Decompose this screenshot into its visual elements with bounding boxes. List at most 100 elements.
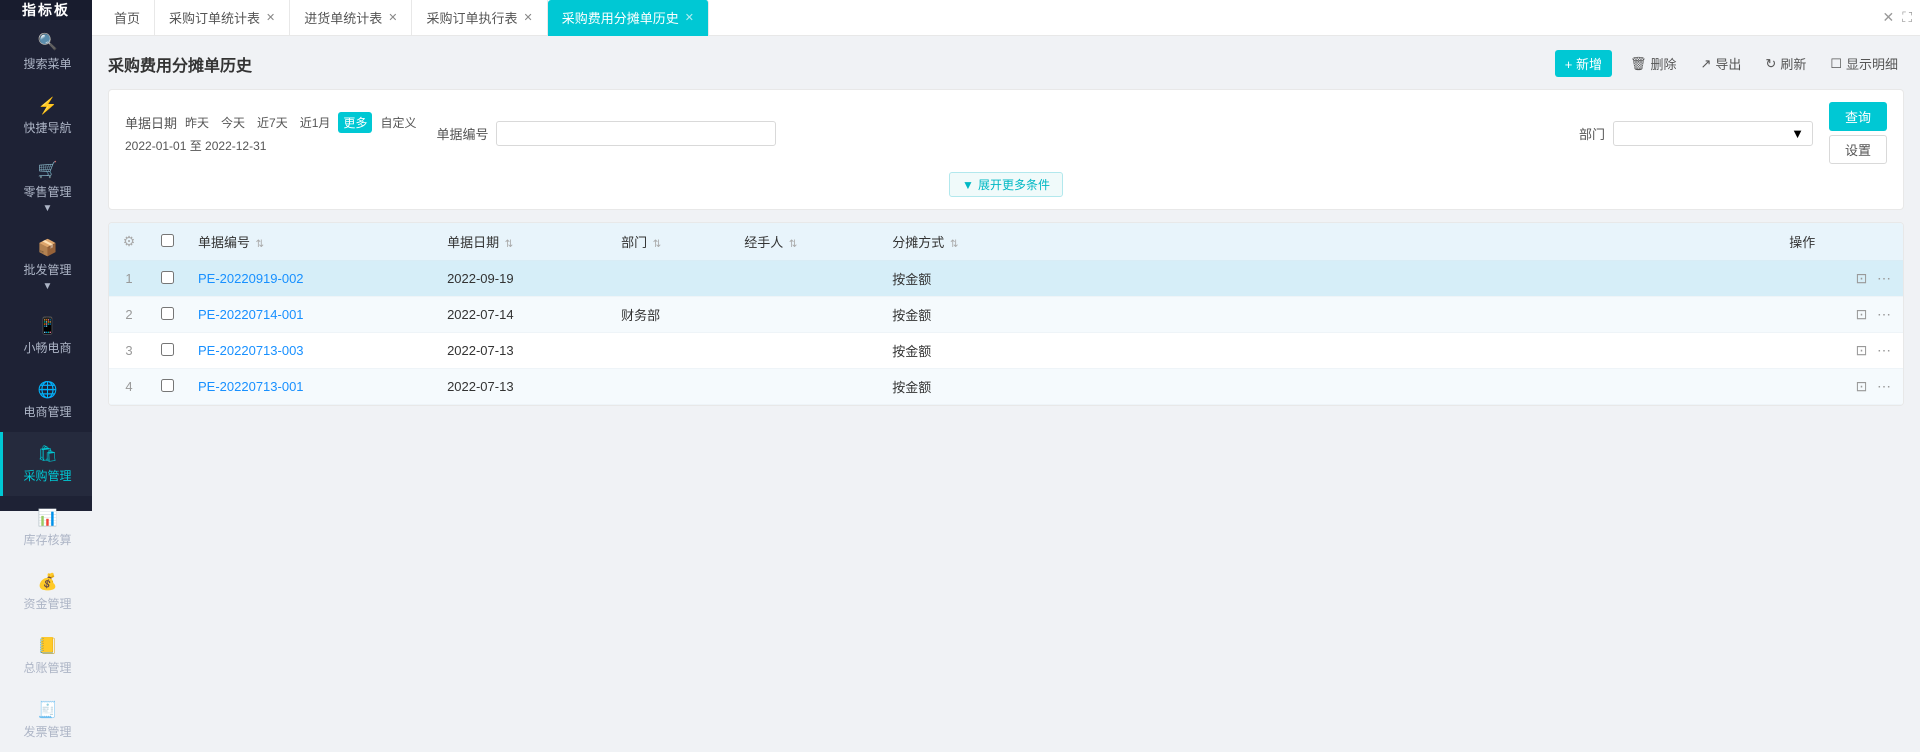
- tab-close-icon[interactable]: ✕: [524, 11, 533, 24]
- toolbar: + 新增 🗑 删除 ↗ 导出 ↻ 刷新 ☐ 显示明细: [1555, 50, 1904, 77]
- close-window-btn[interactable]: ✕: [1882, 9, 1894, 26]
- split-method-cell: 按金额: [880, 261, 1777, 297]
- filter-row: 单据日期 昨天 今天 近7天 近1月 更多 自定义 2022-01-01 至 2…: [125, 102, 1887, 164]
- sidebar-item-retail[interactable]: 🛒 零售管理 ▼: [0, 148, 92, 226]
- doc-no-link[interactable]: PE-20220713-001: [198, 379, 304, 394]
- settings-button[interactable]: 设置: [1829, 135, 1887, 164]
- doc-date-cell: 2022-07-13: [435, 369, 609, 405]
- ledger-icon: 📒: [38, 636, 58, 656]
- col-method-header[interactable]: 分摊方式 ⇅: [880, 223, 1777, 261]
- col-checkbox-header[interactable]: [149, 223, 186, 261]
- op-btns-cell: ⊡ ⋯: [1777, 261, 1903, 297]
- edit-icon[interactable]: ⊡: [1856, 306, 1868, 322]
- sidebar-item-capital[interactable]: 💰 资金管理: [0, 560, 92, 624]
- delete-button[interactable]: 🗑 删除: [1624, 50, 1683, 77]
- tab-close-icon[interactable]: ✕: [266, 11, 275, 24]
- row-checkbox[interactable]: [149, 261, 186, 297]
- expand-more-btn[interactable]: ▼ 展开更多条件: [949, 172, 1063, 197]
- today-btn[interactable]: 今天: [217, 112, 249, 133]
- sidebar-item-ecommerce[interactable]: 🌐 电商管理: [0, 368, 92, 432]
- select-all-checkbox[interactable]: [161, 234, 174, 247]
- row-select-checkbox[interactable]: [161, 343, 174, 356]
- row-checkbox[interactable]: [149, 369, 186, 405]
- chevron-down-icon: ▼: [962, 178, 974, 192]
- sidebar-item-invoice[interactable]: 🧾 发票管理: [0, 688, 92, 752]
- doc-no-cell[interactable]: PE-20220714-001: [186, 297, 435, 333]
- maximize-window-btn[interactable]: ⛶: [1902, 9, 1912, 26]
- doc-no-link[interactable]: PE-20220713-003: [198, 343, 304, 358]
- show-cols-button[interactable]: ☐ 显示明细: [1824, 50, 1904, 77]
- docnum-input[interactable]: [496, 121, 776, 146]
- add-button[interactable]: + 新增: [1555, 50, 1612, 77]
- more-op-icon[interactable]: ⋯: [1877, 270, 1891, 286]
- date-filter-label: 单据日期: [125, 113, 177, 132]
- col-date-header[interactable]: 单据日期 ⇅: [435, 223, 609, 261]
- sidebar-item-search[interactable]: 🔍 搜索菜单: [0, 20, 92, 84]
- tab-purchase-stat[interactable]: 采购订单统计表 ✕: [155, 0, 290, 36]
- action-btns: 查询 设置: [1829, 102, 1887, 164]
- handler-cell: [732, 297, 880, 333]
- date-filter-section: 单据日期 昨天 今天 近7天 近1月 更多 自定义 2022-01-01 至 2…: [125, 112, 420, 154]
- doc-no-cell[interactable]: PE-20220713-003: [186, 333, 435, 369]
- col-handler-header[interactable]: 经手人 ⇅: [732, 223, 880, 261]
- sidebar-item-quick[interactable]: ⚡ 快捷导航: [0, 84, 92, 148]
- sidebar-item-label: 快捷导航: [23, 119, 71, 136]
- yesterday-btn[interactable]: 昨天: [181, 112, 213, 133]
- edit-icon[interactable]: ⊡: [1856, 378, 1868, 394]
- table-row: 2 PE-20220714-001 2022-07-14 财务部 按金额 ⊡ ⋯: [109, 297, 1903, 333]
- doc-no-cell[interactable]: PE-20220713-001: [186, 369, 435, 405]
- col-docno-header[interactable]: 单据编号 ⇅: [186, 223, 435, 261]
- sidebar-item-purchase[interactable]: 🛍 采购管理: [0, 432, 92, 496]
- sidebar-item-inventory[interactable]: 📊 库存核算: [0, 496, 92, 560]
- op-btns-cell: ⊡ ⋯: [1777, 369, 1903, 405]
- trash-icon: 🗑: [1630, 56, 1647, 72]
- doc-no-link[interactable]: PE-20220714-001: [198, 307, 304, 322]
- chevron-down-icon: ▼: [43, 281, 53, 292]
- more-op-icon[interactable]: ⋯: [1877, 306, 1891, 322]
- sidebar-item-mini[interactable]: 📱 小畅电商: [0, 304, 92, 368]
- col-settings-header[interactable]: ⚙: [109, 223, 149, 261]
- row-checkbox[interactable]: [149, 333, 186, 369]
- tab-close-icon[interactable]: ✕: [388, 11, 397, 24]
- handler-cell: [732, 333, 880, 369]
- row-checkbox[interactable]: [149, 297, 186, 333]
- op-btns-cell: ⊡ ⋯: [1777, 297, 1903, 333]
- 7days-btn[interactable]: 近7天: [253, 112, 292, 133]
- tab-purchase-exec[interactable]: 采购订单执行表 ✕: [412, 0, 547, 36]
- more-op-icon[interactable]: ⋯: [1877, 342, 1891, 358]
- tab-purchase-fee[interactable]: 采购费用分摊单历史 ✕: [548, 0, 709, 36]
- 1month-btn[interactable]: 近1月: [296, 112, 335, 133]
- sidebar-item-ledger[interactable]: 📒 总账管理: [0, 624, 92, 688]
- chevron-down-icon: ▼: [1791, 126, 1804, 141]
- refresh-button[interactable]: ↻ 刷新: [1759, 50, 1812, 77]
- sort-icon: ⇅: [950, 239, 958, 250]
- filter-area: 单据日期 昨天 今天 近7天 近1月 更多 自定义 2022-01-01 至 2…: [108, 89, 1904, 210]
- edit-icon[interactable]: ⊡: [1856, 270, 1868, 286]
- table-row: 3 PE-20220713-003 2022-07-13 按金额 ⊡ ⋯: [109, 333, 1903, 369]
- sidebar-item-label: 库存核算: [23, 531, 71, 548]
- more-op-icon[interactable]: ⋯: [1877, 378, 1891, 394]
- tab-home[interactable]: 首页: [100, 0, 155, 36]
- col-dept-header[interactable]: 部门 ⇅: [609, 223, 732, 261]
- sidebar-item-label: 电商管理: [23, 403, 71, 420]
- tab-inbound-stat[interactable]: 进货单统计表 ✕: [290, 0, 412, 36]
- row-select-checkbox[interactable]: [161, 271, 174, 284]
- docnum-filter-group: 单据编号: [436, 121, 1563, 146]
- row-select-checkbox[interactable]: [161, 379, 174, 392]
- doc-no-cell[interactable]: PE-20220919-002: [186, 261, 435, 297]
- refresh-icon: ↻: [1765, 56, 1776, 72]
- sidebar-item-label: 批发管理: [23, 261, 71, 278]
- row-select-checkbox[interactable]: [161, 307, 174, 320]
- more-btn[interactable]: 更多: [338, 112, 372, 133]
- edit-icon[interactable]: ⊡: [1856, 342, 1868, 358]
- export-button[interactable]: ↗ 导出: [1694, 50, 1747, 77]
- gear-icon: ⚙: [123, 233, 136, 249]
- search-button[interactable]: 查询: [1829, 102, 1887, 131]
- tab-close-icon[interactable]: ✕: [685, 11, 694, 24]
- custom-btn[interactable]: 自定义: [376, 112, 420, 133]
- sidebar-item-wholesale[interactable]: 📦 批发管理 ▼: [0, 226, 92, 304]
- dept-select[interactable]: ▼: [1613, 121, 1813, 146]
- sidebar-item-label: 小畅电商: [23, 339, 71, 356]
- docnum-label: 单据编号: [436, 124, 488, 143]
- doc-no-link[interactable]: PE-20220919-002: [198, 271, 304, 286]
